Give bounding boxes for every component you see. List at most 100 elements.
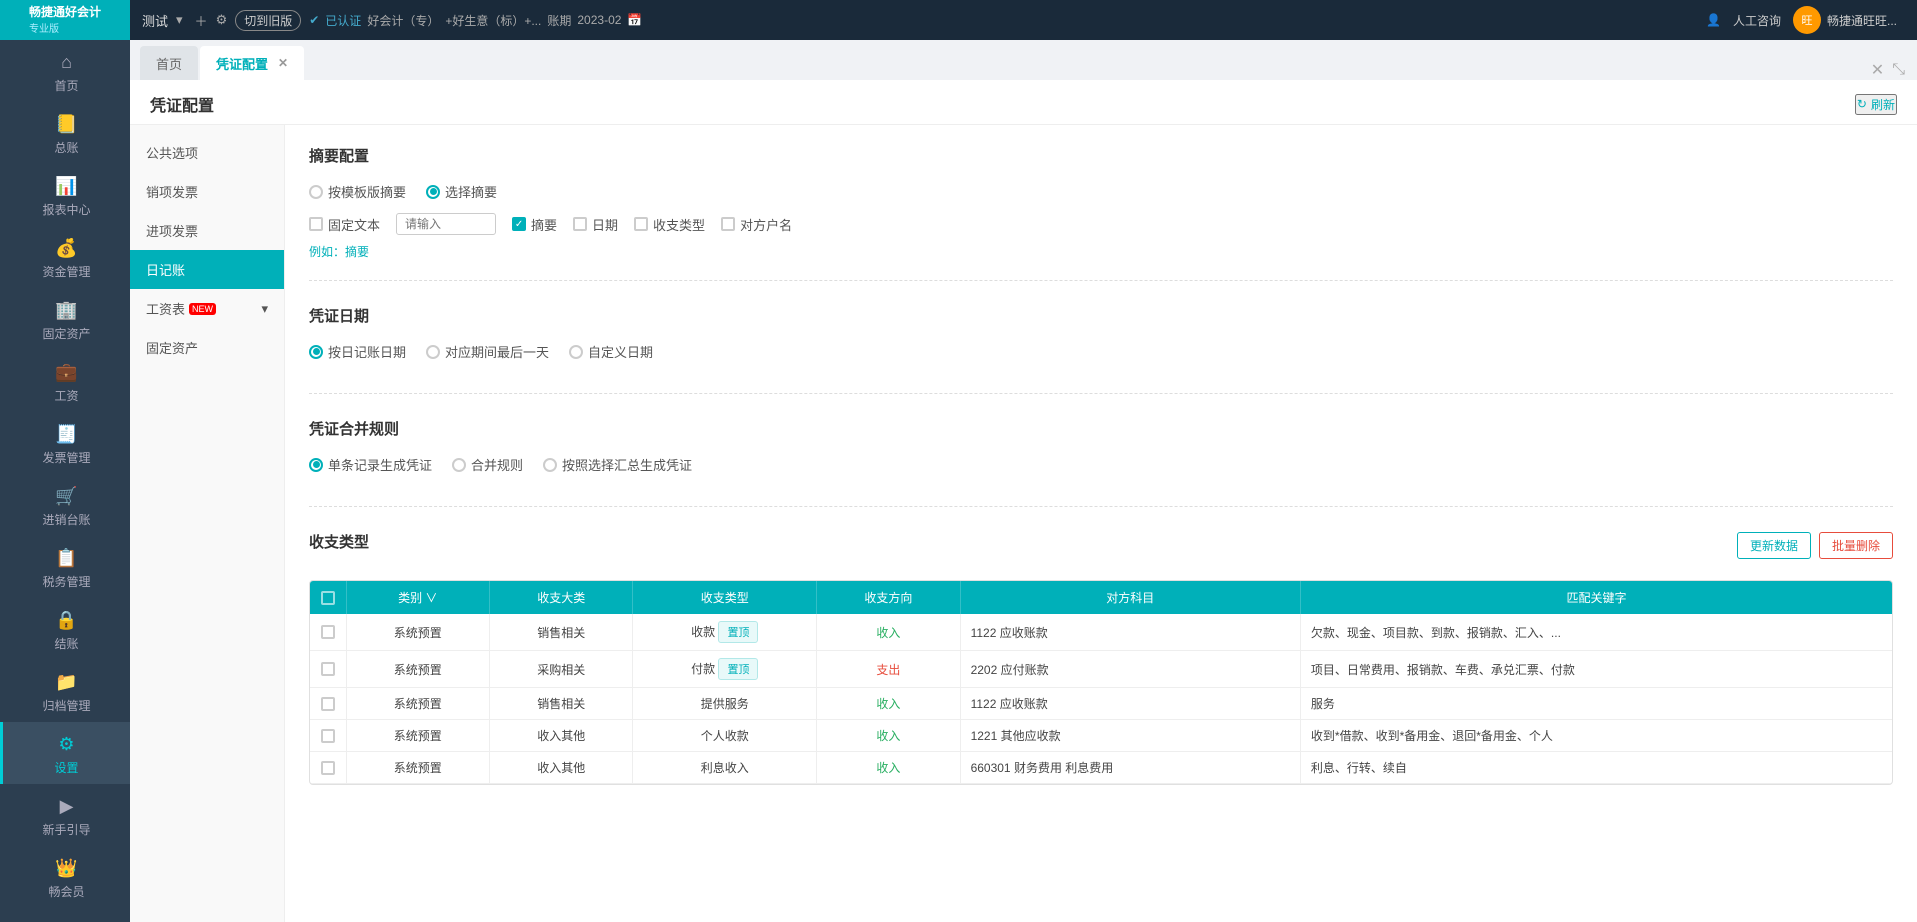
row-check-box[interactable]: [321, 625, 335, 639]
sidebar-item-purchase[interactable]: 🛒 进销台账: [0, 474, 130, 536]
leftnav-journal[interactable]: 日记账: [130, 250, 284, 289]
th-category: 类别 ∨: [346, 581, 489, 614]
invoice-icon: 🧾: [55, 424, 77, 445]
row-check-box[interactable]: [321, 697, 335, 711]
voucher-date-radio-group: 按日记账日期 对应期间最后一天 自定义日期: [309, 342, 1893, 361]
sidebar-item-home[interactable]: ⌂ 首页: [0, 40, 130, 102]
fixed-text-input[interactable]: [396, 213, 496, 235]
sidebar-label-archive: 归档管理: [42, 697, 90, 714]
th-keywords: 匹配关键字: [1300, 581, 1892, 614]
cb-pay-type[interactable]: 收支类型: [634, 215, 705, 234]
radio-period-last[interactable]: 对应期间最后一天: [426, 342, 549, 361]
cb-summary[interactable]: ✓ 摘要: [512, 215, 557, 234]
ledger-icon: 📒: [55, 114, 77, 135]
support-label[interactable]: 人工咨询: [1733, 12, 1781, 29]
sidebar-item-close[interactable]: 🔒 结账: [0, 598, 130, 660]
table-row: 系统预置 采购相关 付款 置顶 支出 2202 应付账款 项目、日常费用、报销款…: [310, 651, 1892, 688]
cb-fixed-text[interactable]: 固定文本: [309, 215, 380, 234]
calendar-icon[interactable]: 📅: [627, 13, 642, 27]
radio-select-total[interactable]: 按照选择汇总生成凭证: [543, 455, 692, 474]
radio-merge[interactable]: 合并规则: [452, 455, 523, 474]
radio-template[interactable]: 按模板版摘要: [309, 182, 406, 201]
cb-date[interactable]: 日期: [573, 215, 618, 234]
row-checkbox[interactable]: [310, 614, 346, 651]
user-area[interactable]: 旺 畅捷通旺旺...: [1793, 6, 1897, 34]
row-account: 1122 应收账款: [960, 614, 1300, 651]
sidebar-item-invoice[interactable]: 🧾 发票管理: [0, 412, 130, 474]
sidebar-item-member[interactable]: 👑 畅会员: [0, 846, 130, 908]
leftnav-payroll[interactable]: 工资表 NEW ▾: [130, 289, 284, 328]
radio-custom-date[interactable]: 自定义日期: [569, 342, 653, 361]
radio-journal-date[interactable]: 按日记账日期: [309, 342, 406, 361]
report-icon: 📊: [55, 176, 77, 197]
th-direction: 收支方向: [817, 581, 960, 614]
cb-counterparty[interactable]: 对方户名: [721, 215, 792, 234]
certified-label: 已认证: [325, 12, 361, 29]
voucher-date-section: 凭证日期 按日记账日期 对应期间最后一天: [309, 305, 1893, 394]
sidebar-item-finance[interactable]: 💰 资金管理: [0, 226, 130, 288]
radio-single-circle: [309, 458, 323, 472]
row-account: 2202 应付账款: [960, 651, 1300, 688]
tab-voucher-config-label: 凭证配置: [216, 54, 268, 73]
row-checkbox[interactable]: [310, 651, 346, 688]
window-expand-btn[interactable]: ⤡: [1892, 61, 1905, 79]
update-data-btn[interactable]: 更新数据: [1737, 532, 1811, 559]
row-checkbox[interactable]: [310, 688, 346, 720]
table-row: 系统预置 收入其他 个人收款 收入 1221 其他应收款 收到*借款、收到*备用…: [310, 720, 1892, 752]
window-close-btn[interactable]: ✕: [1871, 60, 1884, 80]
row-sub-type: 利息收入: [633, 752, 817, 784]
row-main-type: 收入其他: [489, 752, 632, 784]
sidebar-label-ledger: 总账: [54, 139, 78, 156]
finance-icon: 💰: [55, 238, 77, 259]
summary-radio-group: 按模板版摘要 选择摘要: [309, 182, 1893, 201]
radio-select[interactable]: 选择摘要: [426, 182, 497, 201]
row-checkbox[interactable]: [310, 752, 346, 784]
header-right: 👤 人工咨询 旺 畅捷通旺旺...: [1706, 6, 1907, 34]
dropdown-icon[interactable]: ▾: [176, 12, 183, 28]
row-direction: 收入: [817, 688, 960, 720]
sidebar: ⌂ 首页 📒 总账 📊 报表中心 💰 资金管理 🏢 固定资产 💼 工资 🧾 发票…: [0, 40, 130, 922]
table-row: 系统预置 销售相关 提供服务 收入 1122 应收账款 服务: [310, 688, 1892, 720]
sidebar-item-ledger[interactable]: 📒 总账: [0, 102, 130, 164]
page-title: 凭证配置: [150, 92, 214, 116]
radio-single[interactable]: 单条记录生成凭证: [309, 455, 432, 474]
sidebar-item-assets[interactable]: 🏢 固定资产: [0, 288, 130, 350]
sidebar-item-settings[interactable]: ⚙ 设置: [0, 722, 130, 784]
sidebar-item-tax[interactable]: 📋 税务管理: [0, 536, 130, 598]
sidebar-item-salary[interactable]: 💼 工资: [0, 350, 130, 412]
row-check-box[interactable]: [321, 761, 335, 775]
row-check-box[interactable]: [321, 662, 335, 676]
leftnav-sales[interactable]: 销项发票: [130, 172, 284, 211]
refresh-btn[interactable]: ↻ 刷新: [1855, 94, 1897, 115]
batch-delete-btn[interactable]: 批量删除: [1819, 532, 1893, 559]
sidebar-item-report[interactable]: 📊 报表中心: [0, 164, 130, 226]
row-keywords: 欠款、现金、项目款、到款、报销款、汇入、...: [1300, 614, 1892, 651]
radio-merge-circle: [452, 458, 466, 472]
sidebar-label-member: 畅会员: [48, 883, 84, 900]
assets-icon: 🏢: [55, 300, 77, 321]
top-tag-btn[interactable]: 置顶: [718, 621, 758, 643]
tab-home[interactable]: 首页: [140, 46, 198, 80]
tab-home-label: 首页: [156, 54, 182, 73]
select-all-checkbox[interactable]: [321, 591, 335, 605]
row-check-box[interactable]: [321, 729, 335, 743]
th-checkbox[interactable]: [310, 581, 346, 614]
income-expense-title: 收支类型: [309, 531, 369, 552]
sidebar-item-archive[interactable]: 📁 归档管理: [0, 660, 130, 722]
row-category: 系统预置: [346, 752, 489, 784]
summary-config-title: 摘要配置: [309, 145, 1893, 166]
leftnav-public[interactable]: 公共选项: [130, 133, 284, 172]
tab-close-icon[interactable]: ✕: [278, 56, 288, 70]
sidebar-label-assets: 固定资产: [42, 325, 90, 342]
tab-voucher-config[interactable]: 凭证配置 ✕: [200, 46, 304, 80]
settings-icon[interactable]: ⚙: [216, 12, 228, 28]
row-checkbox[interactable]: [310, 720, 346, 752]
radio-custom-date-circle: [569, 345, 583, 359]
add-icon[interactable]: ＋: [195, 11, 208, 30]
row-sub-type: 收款 置顶: [633, 614, 817, 651]
top-tag-btn[interactable]: 置顶: [718, 658, 758, 680]
leftnav-purchase-inv[interactable]: 进项发票: [130, 211, 284, 250]
sidebar-item-guide[interactable]: ▶ 新手引导: [0, 784, 130, 846]
switch-version-btn[interactable]: 切到旧版: [235, 10, 301, 31]
leftnav-fixed-assets[interactable]: 固定资产: [130, 328, 284, 367]
